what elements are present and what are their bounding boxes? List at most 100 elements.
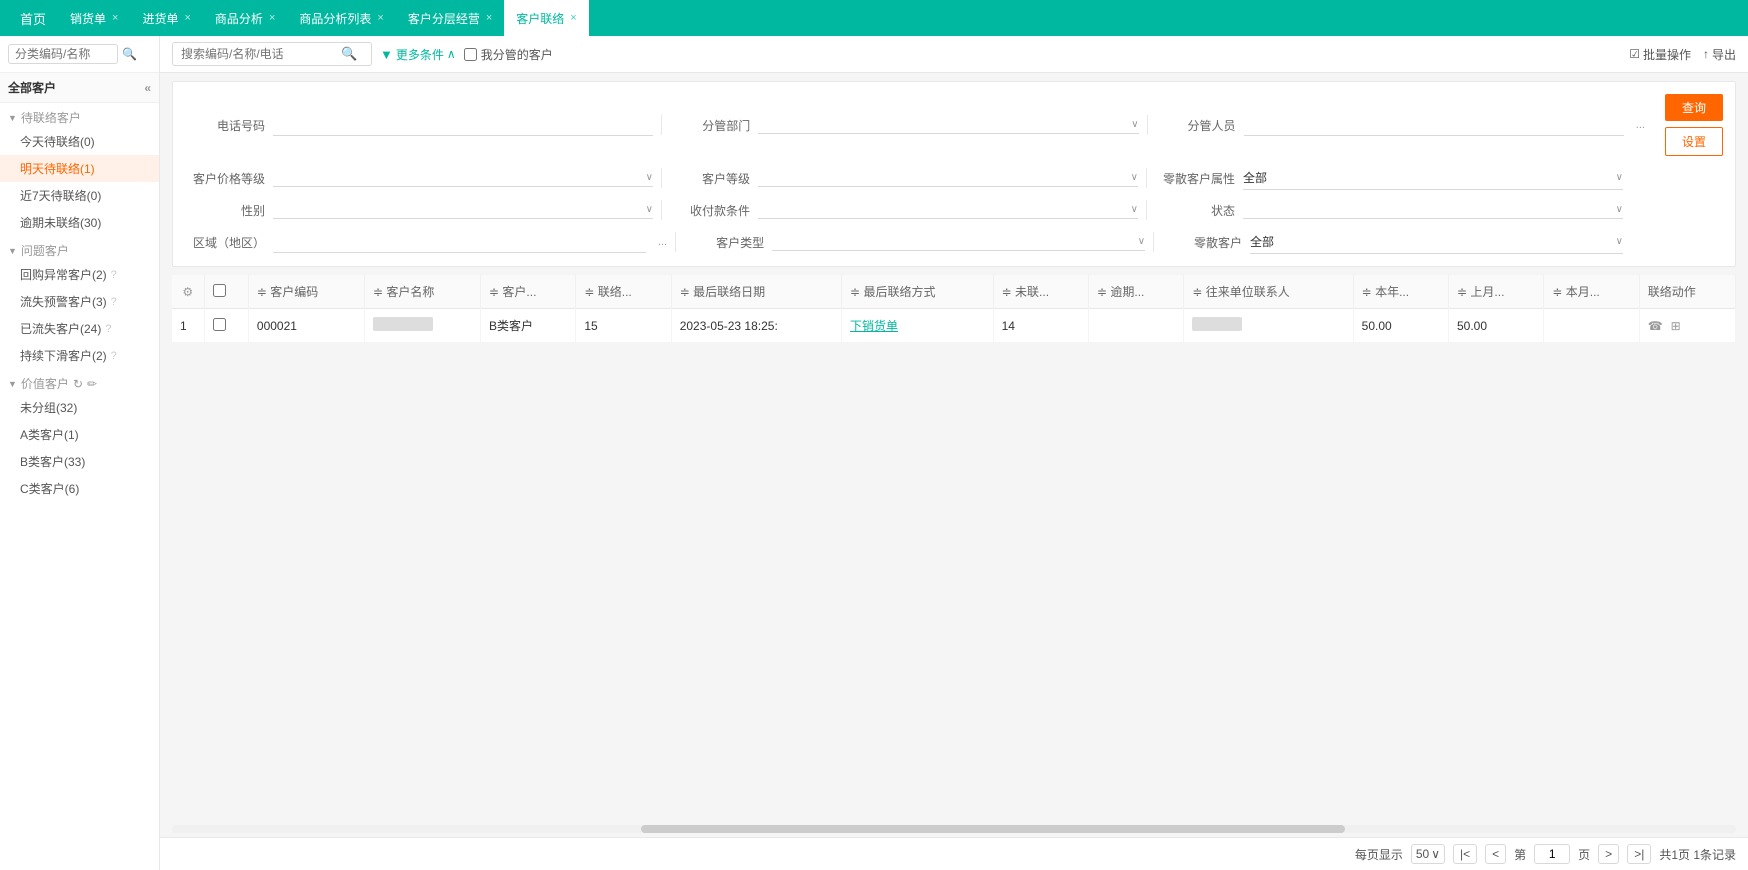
- my-customers-checkbox-label[interactable]: 我分管的客户: [464, 46, 553, 63]
- last-page-button[interactable]: >|: [1627, 844, 1651, 864]
- payment-select[interactable]: ∨: [758, 201, 1138, 219]
- region-more-icon[interactable]: ...: [658, 236, 667, 248]
- customer-level-select[interactable]: ∨: [758, 169, 1138, 187]
- nav-home[interactable]: 首页: [8, 0, 58, 36]
- col-this-month-header[interactable]: ≑ 本月...: [1544, 275, 1639, 309]
- page-size-select[interactable]: 50 ∨: [1411, 844, 1445, 864]
- close-product-analysis-icon[interactable]: ×: [269, 12, 275, 24]
- search-input[interactable]: [181, 47, 341, 61]
- settings-button[interactable]: 设置: [1665, 127, 1723, 156]
- nav-customer-contact[interactable]: 客户联络 ×: [504, 0, 588, 36]
- retail-attr-label: 零散客户属性: [1155, 170, 1235, 187]
- export-button[interactable]: ↑ 导出: [1703, 46, 1736, 63]
- col-code-header[interactable]: ≑ 客户编码: [248, 275, 364, 309]
- sidebar-item-repurchase-abnormal[interactable]: 回购异常客户(2) ?: [0, 261, 159, 288]
- more-filter-button[interactable]: ▼ 更多条件 ∧: [380, 46, 456, 63]
- col-uncontacted-header[interactable]: ≑ 未联...: [993, 275, 1088, 309]
- sidebar-search-input[interactable]: [8, 44, 118, 64]
- customer-type-select[interactable]: ∨: [772, 233, 1145, 251]
- value-customers-section: 价值客户 ↻ ✏: [0, 369, 159, 394]
- phone-input[interactable]: [273, 115, 653, 136]
- col-last-method-header[interactable]: ≑ 最后联络方式: [842, 275, 994, 309]
- value-customers-refresh-icon[interactable]: ↻: [73, 377, 83, 391]
- query-button[interactable]: 查询: [1665, 94, 1723, 121]
- sidebar-item-tomorrow[interactable]: 明天待联络(1): [0, 155, 159, 182]
- contact-person-masked: [1192, 317, 1242, 331]
- retail-attr-select[interactable]: 全部 ∨: [1243, 166, 1623, 190]
- col-type-header[interactable]: ≑ 客户...: [481, 275, 576, 309]
- row-last-method[interactable]: 下销货单: [842, 309, 994, 343]
- row-checkbox[interactable]: [213, 318, 226, 331]
- sidebar-item-churn-warning[interactable]: 流失预警客户(3) ?: [0, 288, 159, 315]
- col-this-year-sort-icon: ≑: [1362, 285, 1372, 299]
- search-icon[interactable]: 🔍: [341, 46, 357, 62]
- col-last-month-sort-icon: ≑: [1457, 285, 1467, 299]
- close-customer-stratification-icon[interactable]: ×: [486, 12, 492, 24]
- region-input[interactable]: [273, 232, 646, 253]
- nav-purchase-order[interactable]: 进货单 ×: [130, 0, 202, 36]
- page-number-input[interactable]: [1534, 844, 1570, 864]
- status-select[interactable]: ∨: [1243, 201, 1623, 219]
- sidebar-item-7days[interactable]: 近7天待联络(0): [0, 182, 159, 209]
- collapse-icon[interactable]: «: [144, 81, 151, 95]
- nav-sales-order[interactable]: 销货单 ×: [58, 0, 130, 36]
- my-customers-checkbox[interactable]: [464, 48, 477, 61]
- customer-price-select[interactable]: ∨: [273, 169, 653, 187]
- toolbar: 🔍 ▼ 更多条件 ∧ 我分管的客户 ☑ 批量操作 ↑ 导出: [160, 36, 1748, 73]
- close-product-analysis-list-icon[interactable]: ×: [377, 12, 383, 24]
- toolbar-right: ☑ 批量操作 ↑ 导出: [1629, 46, 1736, 63]
- nav-product-analysis[interactable]: 商品分析 ×: [203, 0, 287, 36]
- pagination-bar: 每页显示 50 ∨ |< < 第 页 > >| 共1页 1条记录: [160, 837, 1748, 870]
- last-method-link[interactable]: 下销货单: [850, 319, 898, 333]
- sidebar-item-today[interactable]: 今天待联络(0): [0, 128, 159, 155]
- help-icon-repurchase[interactable]: ?: [111, 269, 117, 281]
- sidebar-item-a-class[interactable]: A类客户(1): [0, 421, 159, 448]
- close-customer-contact-icon[interactable]: ×: [570, 12, 576, 24]
- help-icon-churn-warning[interactable]: ?: [111, 296, 117, 308]
- nav-product-analysis-list[interactable]: 商品分析列表 ×: [287, 0, 395, 36]
- prev-page-button[interactable]: <: [1485, 844, 1506, 864]
- col-last-date-header[interactable]: ≑ 最后联络日期: [671, 275, 841, 309]
- scrollbar-thumb[interactable]: [641, 825, 1345, 833]
- gender-select[interactable]: ∨: [273, 201, 653, 219]
- close-purchase-order-icon[interactable]: ×: [184, 12, 190, 24]
- sidebar-search-icon[interactable]: 🔍: [122, 47, 137, 61]
- sidebar-item-declining[interactable]: 持续下滑客户(2) ?: [0, 342, 159, 369]
- col-contact-header[interactable]: ≑ 联络...: [576, 275, 671, 309]
- help-icon-churned[interactable]: ?: [105, 323, 111, 335]
- row-checkbox-cell[interactable]: [204, 309, 248, 343]
- total-records: 共1页 1条记录: [1659, 846, 1736, 863]
- pending-contact-section: 待联络客户: [0, 103, 159, 128]
- select-all-checkbox[interactable]: [213, 284, 226, 297]
- first-page-button[interactable]: |<: [1453, 844, 1477, 864]
- horizontal-scrollbar[interactable]: [172, 825, 1736, 833]
- all-customers-header[interactable]: 全部客户 «: [0, 73, 159, 103]
- batch-operation-button[interactable]: ☑ 批量操作: [1629, 46, 1691, 63]
- col-checkbox-header[interactable]: [204, 275, 248, 309]
- col-this-year-header[interactable]: ≑ 本年...: [1353, 275, 1448, 309]
- sidebar-item-c-class[interactable]: C类客户(6): [0, 475, 159, 502]
- col-last-month-header[interactable]: ≑ 上月...: [1449, 275, 1544, 309]
- col-contact-person-header[interactable]: ≑ 往来单位联系人: [1184, 275, 1353, 309]
- dept-select[interactable]: ∨: [758, 116, 1138, 134]
- grid-action-icon[interactable]: ⊞: [1671, 319, 1681, 333]
- status-label: 状态: [1155, 202, 1235, 219]
- sidebar-item-overdue[interactable]: 逾期未联络(30): [0, 209, 159, 236]
- sidebar-item-ungrouped[interactable]: 未分组(32): [0, 394, 159, 421]
- main-layout: 🔍 全部客户 « 待联络客户 今天待联络(0) 明天待联络(1) 近7天待联络(…: [0, 36, 1748, 870]
- close-sales-order-icon[interactable]: ×: [112, 12, 118, 24]
- manager-more-icon[interactable]: ...: [1636, 119, 1645, 131]
- retail-customer-select[interactable]: 全部 ∨: [1250, 230, 1623, 254]
- next-page-button[interactable]: >: [1598, 844, 1619, 864]
- value-customers-edit-icon[interactable]: ✏: [87, 377, 97, 391]
- help-icon-declining[interactable]: ?: [111, 350, 117, 362]
- nav-customer-stratification[interactable]: 客户分层经营 ×: [396, 0, 504, 36]
- manager-input[interactable]: [1244, 115, 1624, 136]
- col-overdue-header[interactable]: ≑ 逾期...: [1088, 275, 1183, 309]
- col-name-header[interactable]: ≑ 客户名称: [364, 275, 480, 309]
- phone-action-icon[interactable]: ☎: [1648, 319, 1663, 333]
- col-code-sort-icon: ≑: [257, 285, 267, 299]
- sidebar-item-churned[interactable]: 已流失客户(24) ?: [0, 315, 159, 342]
- sidebar-item-b-class[interactable]: B类客户(33): [0, 448, 159, 475]
- col-settings[interactable]: ⚙: [172, 275, 204, 309]
